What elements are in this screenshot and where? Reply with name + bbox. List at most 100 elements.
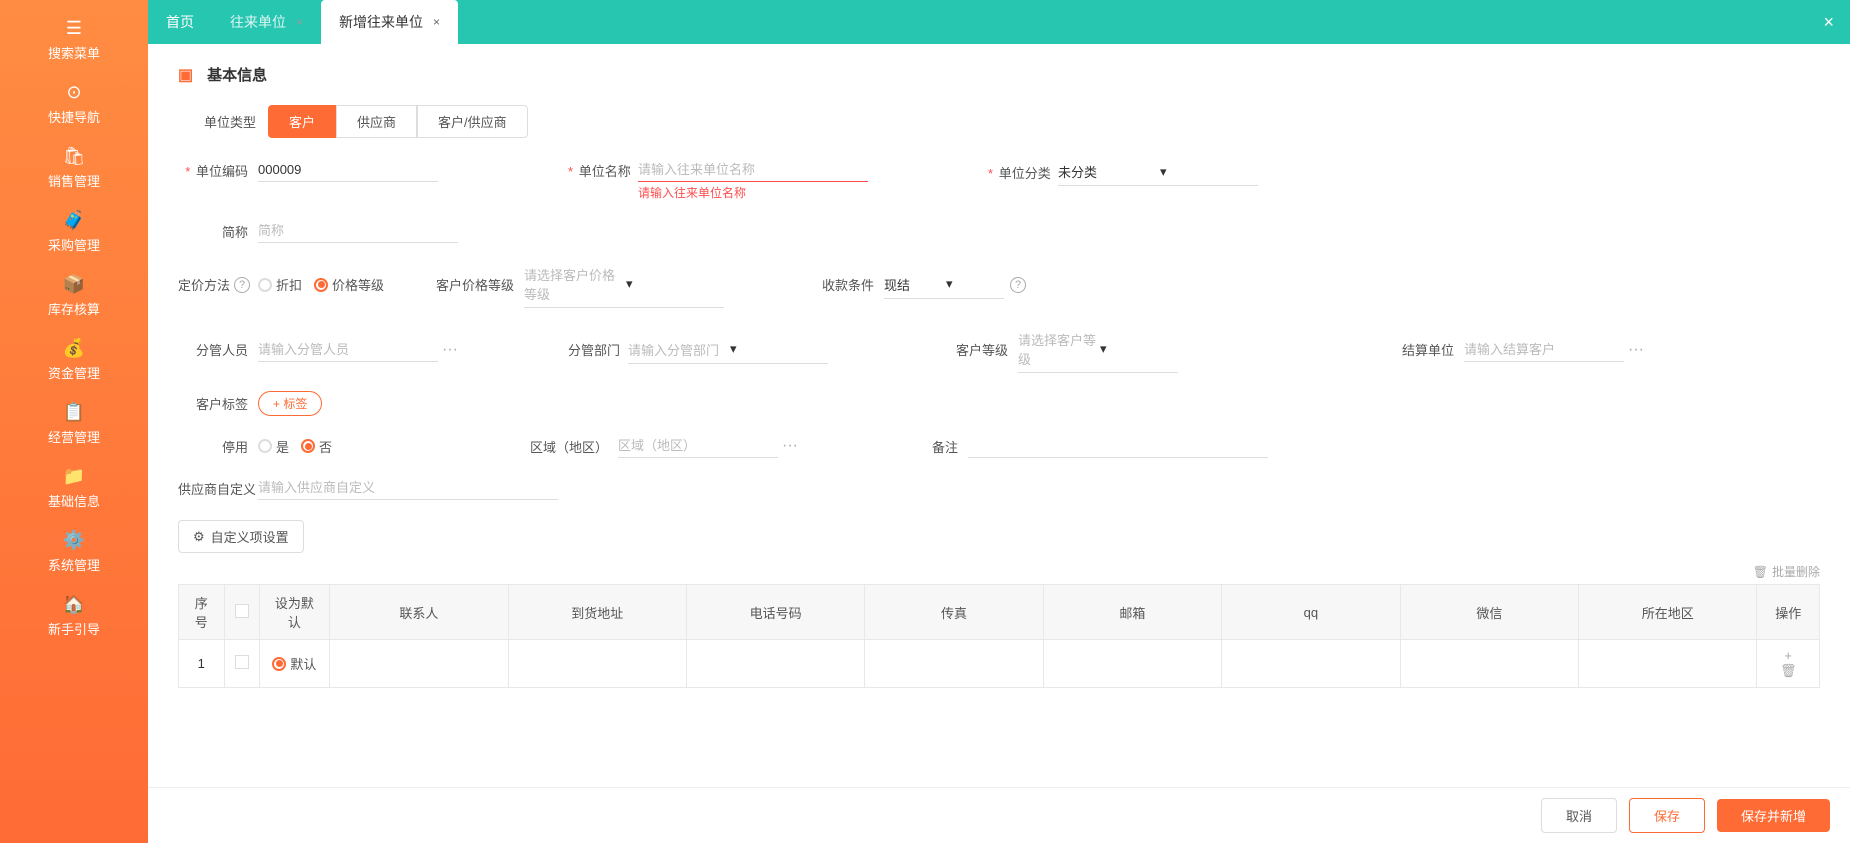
cell-phone[interactable]	[686, 640, 864, 688]
customer-grade-chevron: ▾	[1100, 341, 1178, 357]
select-all-checkbox[interactable]	[235, 604, 249, 618]
email-input[interactable]	[1054, 656, 1211, 671]
radio-disabled-no[interactable]: 否	[301, 437, 332, 456]
btn-supplier[interactable]: 供应商	[336, 105, 417, 138]
row-checkbox[interactable]	[235, 655, 249, 669]
close-partner-tab[interactable]: ×	[296, 15, 303, 29]
pricing-help-icon[interactable]: ?	[234, 277, 250, 293]
field-unit-category: * 单位分类 未分类 ▾	[988, 158, 1820, 186]
btn-both[interactable]: 客户/供应商	[417, 105, 528, 138]
wechat-input[interactable]	[1411, 656, 1568, 671]
field-pricing-method: 定价方法 ? 折扣 价格等级	[178, 275, 384, 294]
short-name-input[interactable]	[258, 219, 458, 243]
settlement-unit-input[interactable]	[1464, 338, 1624, 362]
field-disabled: 停用 是 否	[178, 437, 518, 456]
close-new-partner-tab[interactable]: ×	[433, 15, 440, 29]
contact-input[interactable]	[340, 656, 497, 671]
payment-terms-help-icon[interactable]: ?	[1010, 277, 1026, 293]
sidebar-item-inventory[interactable]: 📦 库存核算	[0, 264, 148, 328]
col-address: 到货地址	[508, 585, 686, 640]
batch-delete-label[interactable]: 批量删除	[1772, 563, 1820, 580]
unit-name-input[interactable]	[638, 158, 868, 182]
sidebar-item-ops[interactable]: 📋 经营管理	[0, 392, 148, 456]
tab-partner[interactable]: 往来单位 ×	[212, 0, 321, 44]
customer-grade-label: 客户等级	[948, 340, 1018, 359]
cell-address[interactable]	[508, 640, 686, 688]
region-input[interactable]	[618, 434, 778, 458]
qq-input[interactable]	[1232, 656, 1390, 671]
col-wechat: 微信	[1400, 585, 1578, 640]
tab-new-partner[interactable]: 新增往来单位 ×	[321, 0, 458, 44]
unit-category-select[interactable]: 未分类 ▾	[1058, 158, 1258, 186]
address-input[interactable]	[519, 656, 676, 671]
sidebar-item-basic[interactable]: 📁 基础信息	[0, 456, 148, 520]
cell-region[interactable]	[1579, 640, 1757, 688]
radio-disabled-yes[interactable]: 是	[258, 437, 289, 456]
settlement-more-btn[interactable]: ···	[1624, 341, 1648, 359]
cancel-button[interactable]: 取消	[1541, 798, 1617, 833]
fax-input[interactable]	[875, 656, 1032, 671]
save-new-button[interactable]: 保存并新增	[1717, 799, 1830, 832]
customer-grade-select[interactable]: 请选择客户等级 ▾	[1018, 326, 1178, 373]
remark-label: 备注	[928, 437, 968, 456]
set-default-radio[interactable]: 默认	[270, 654, 320, 673]
btn-customer[interactable]: 客户	[268, 105, 336, 138]
col-qq: qq	[1222, 585, 1401, 640]
unit-code-input[interactable]	[258, 158, 438, 182]
pricing-radio-group: 折扣 价格等级	[258, 275, 384, 294]
manager-more-btn[interactable]: ···	[438, 341, 462, 359]
save-button[interactable]: 保存	[1629, 798, 1705, 833]
field-unit-name: * 单位名称 请输入往来单位名称	[568, 158, 968, 201]
phone-input[interactable]	[697, 656, 854, 671]
col-email: 邮箱	[1043, 585, 1221, 640]
region-more-btn[interactable]: ···	[778, 437, 802, 455]
cell-fax[interactable]	[865, 640, 1043, 688]
info-icon: ▣	[178, 65, 193, 85]
pricing-method-label: 定价方法 ?	[178, 275, 258, 294]
field-customer-grade: 客户等级 请选择客户等级 ▾	[948, 326, 1374, 373]
sidebar-item-quicknav[interactable]: ⊙ 快捷导航	[0, 72, 148, 136]
close-all-tabs[interactable]: ×	[1807, 12, 1850, 33]
sidebar-item-system[interactable]: ⚙️ 系统管理	[0, 520, 148, 584]
cell-action: + 🗑	[1757, 640, 1820, 688]
bottom-bar: 取消 保存 保存并新增	[148, 787, 1850, 843]
cell-qq[interactable]	[1222, 640, 1401, 688]
field-manager: 分管人员 ···	[178, 338, 548, 362]
col-seq: 序号	[179, 585, 225, 640]
settings-icon: ⚙	[193, 529, 205, 545]
region-cell-input[interactable]	[1589, 656, 1746, 671]
department-label: 分管部门	[568, 340, 628, 359]
custom-settings-btn[interactable]: ⚙ 自定义项设置	[178, 520, 304, 553]
unit-category-chevron: ▾	[1160, 164, 1258, 180]
sidebar-item-purchase[interactable]: 🧳 采购管理	[0, 200, 148, 264]
cell-wechat[interactable]	[1400, 640, 1578, 688]
system-icon: ⚙️	[63, 530, 85, 551]
cell-contact[interactable]	[330, 640, 508, 688]
department-select[interactable]: 请输入分管部门 ▾	[628, 336, 828, 364]
delete-row-btn[interactable]: 🗑	[1780, 663, 1797, 678]
tab-home[interactable]: 首页	[148, 0, 212, 44]
row-unit-code-name: * 单位编码 * 单位名称 请输入往来单位名称	[178, 158, 1820, 201]
add-row-btn[interactable]: +	[1784, 648, 1792, 663]
sidebar-item-sales[interactable]: 🛍 销售管理	[0, 136, 148, 200]
content-area: ▣ 基本信息 单位类型 客户 供应商 客户/供应商 * 单位编码	[148, 44, 1850, 787]
payment-terms-select[interactable]: 现结 ▾	[884, 271, 1004, 299]
supplier-custom-input[interactable]	[258, 476, 558, 500]
customer-price-grade-select[interactable]: 请选择客户价格等级 ▾	[524, 261, 724, 308]
radio-discount[interactable]: 折扣	[258, 275, 302, 294]
manager-input[interactable]	[258, 338, 438, 362]
remark-input[interactable]	[968, 434, 1268, 458]
row-short-name: 简称	[178, 219, 1820, 243]
sidebar-item-search[interactable]: ☰ 搜索菜单	[0, 8, 148, 72]
sidebar-item-guide[interactable]: 🏠 新手引导	[0, 584, 148, 648]
cell-email[interactable]	[1043, 640, 1221, 688]
radio-grade-circle	[314, 278, 328, 292]
sidebar-item-finance[interactable]: 💰 资金管理	[0, 328, 148, 392]
default-radio-dot	[276, 660, 283, 667]
radio-grade[interactable]: 价格等级	[314, 275, 384, 294]
manager-label: 分管人员	[178, 340, 258, 359]
department-chevron: ▾	[730, 341, 828, 357]
purchase-icon: 🧳	[63, 210, 85, 231]
field-payment-terms: 收款条件 现结 ▾ ?	[814, 271, 1820, 299]
add-tag-btn[interactable]: + 标签	[258, 391, 322, 416]
